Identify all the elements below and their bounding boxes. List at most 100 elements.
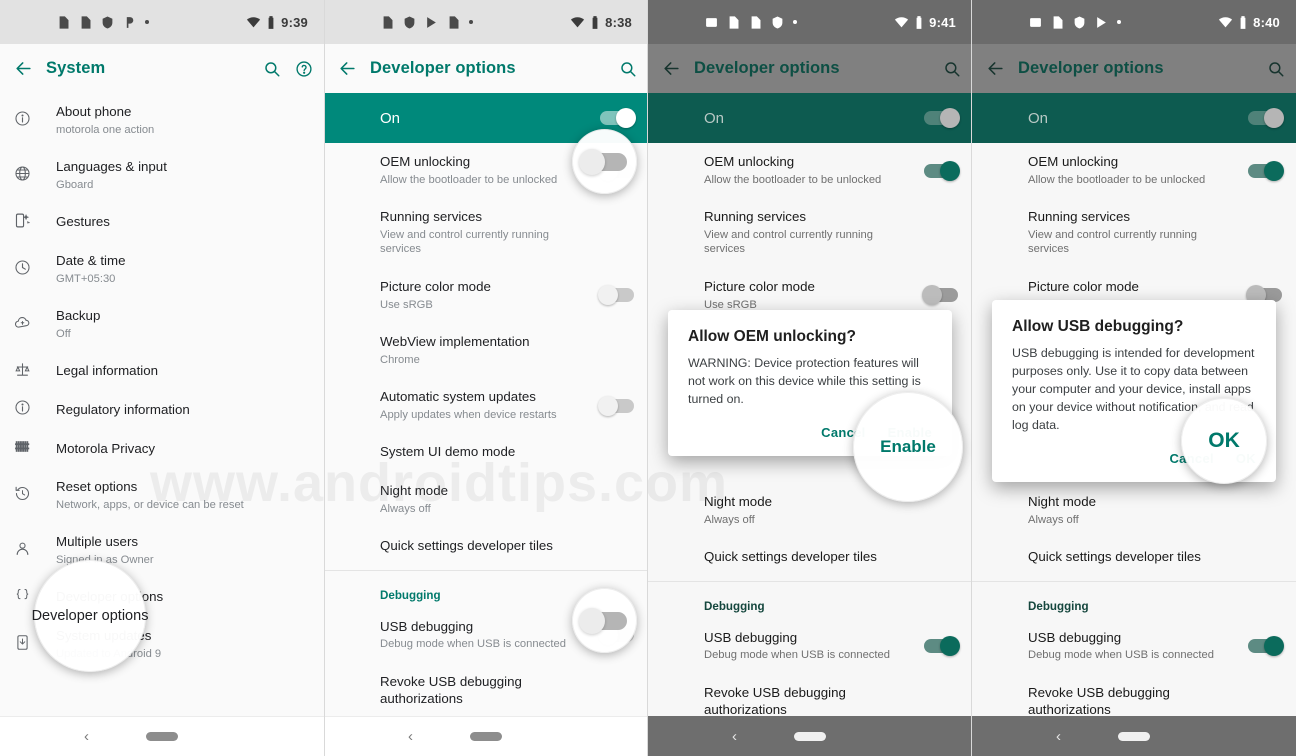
list-item[interactable]: Backup Off [0, 297, 324, 352]
search-icon[interactable] [943, 60, 961, 78]
master-toggle[interactable] [924, 108, 960, 128]
sim-icon [1051, 15, 1064, 29]
list-item[interactable]: Languages & input Gboard [0, 148, 324, 203]
panel-usb-debugging-dialog: 8:40 Developer options On OEM unlocking … [972, 0, 1296, 756]
list-item[interactable]: USB debugging Debug mode when USB is con… [648, 619, 972, 674]
list-item[interactable]: Night mode Always off [324, 472, 648, 527]
list-item[interactable]: USB debugging Debug mode when USB is con… [972, 619, 1296, 674]
list-item[interactable]: Revoke USB debugging authorizations [324, 663, 648, 718]
sim-icon [57, 15, 70, 29]
nav-home-pill[interactable] [470, 732, 502, 741]
list-item-title: Running services [704, 209, 806, 225]
banner-label: On [1028, 109, 1049, 127]
panel-developer-options: 8:38 Developer options On OEM unlocking … [324, 0, 648, 756]
gesture-icon [14, 212, 31, 234]
list-item-title: Quick settings developer tiles [704, 549, 877, 565]
nav-home-pill[interactable] [146, 732, 178, 741]
nav-home-pill[interactable] [1118, 732, 1150, 741]
status-bar-system-icons: 9:39 [246, 15, 308, 30]
list-item[interactable]: Picture color mode Use sRGB [324, 268, 648, 323]
list-item-title: Night mode [380, 483, 448, 499]
list-item[interactable]: Multiple users Signed in as Owner [0, 523, 324, 578]
nav-back-icon[interactable]: ‹ [1056, 728, 1061, 745]
list-item-subtitle: Debug mode when USB is connected [380, 638, 566, 651]
list-item[interactable]: OEM unlocking Allow the bootloader to be… [648, 143, 972, 198]
list-item[interactable]: Reset options Network, apps, or device c… [0, 468, 324, 523]
master-toggle[interactable] [1248, 108, 1284, 128]
help-icon[interactable] [295, 60, 313, 78]
list-item[interactable]: Regulatory information [0, 391, 324, 430]
back-arrow-icon[interactable] [0, 59, 46, 78]
search-icon[interactable] [1267, 60, 1285, 78]
list-item[interactable]: WebView implementation Chrome [324, 323, 648, 378]
magnifier-developer-options: Developer options [32, 560, 148, 672]
list-item[interactable]: System UI demo mode [324, 433, 648, 472]
list-item-title: Revoke USB debugging authorizations [380, 673, 522, 706]
list-item[interactable]: Date & time GMT+05:30 [0, 242, 324, 297]
list-item[interactable]: Running services View and control curren… [972, 198, 1296, 268]
clock-text: 9:39 [281, 14, 308, 30]
developer-options-master-banner[interactable]: On [972, 93, 1296, 143]
oem-unlocking-toggle[interactable] [924, 160, 960, 181]
image-icon [705, 16, 718, 29]
list-item[interactable]: Legal information [0, 352, 324, 391]
page-title: Developer options [370, 59, 516, 77]
back-arrow-icon[interactable] [648, 59, 694, 78]
back-arrow-icon[interactable] [324, 59, 370, 78]
search-icon[interactable] [263, 60, 281, 78]
picture-color-mode-toggle[interactable] [922, 285, 958, 306]
master-toggle[interactable] [600, 108, 636, 128]
globe-icon [14, 165, 31, 187]
list-item[interactable]: Quick settings developer tiles [648, 538, 972, 577]
list-item[interactable]: Gestures [0, 203, 324, 242]
status-bar-system-icons: 8:40 [1218, 15, 1280, 30]
list-item[interactable]: Running services View and control curren… [324, 198, 648, 268]
list-item[interactable]: Motorola Privacy [0, 430, 324, 469]
list-item-title: WebView implementation [380, 334, 530, 350]
toolbar: Developer options [324, 44, 648, 93]
legal-icon [14, 361, 31, 383]
developer-options-master-banner[interactable]: On [648, 93, 972, 143]
nav-back-icon[interactable]: ‹ [732, 728, 737, 745]
back-arrow-icon[interactable] [972, 59, 1018, 78]
automatic-system-updates-toggle[interactable] [598, 395, 634, 416]
person-icon [14, 540, 31, 562]
list-item[interactable]: Running services View and control curren… [648, 198, 972, 268]
list-item-title: Multiple users [56, 534, 139, 550]
magnifier-label: Enable [880, 437, 936, 456]
list-item-subtitle: Allow the bootloader to be unlocked [1028, 173, 1206, 186]
status-bar: 8:38 [324, 0, 648, 44]
list-item[interactable]: OEM unlocking Allow the bootloader to be… [972, 143, 1296, 198]
privacy-icon [14, 438, 31, 460]
more-dot-icon [469, 20, 473, 24]
list-item-title: System UI demo mode [380, 444, 516, 460]
list-item-title: Quick settings developer tiles [1028, 549, 1201, 565]
list-item-subtitle: Network, apps, or device can be reset [56, 498, 244, 511]
nav-back-icon[interactable]: ‹ [408, 728, 413, 745]
usb-debugging-toggle[interactable] [924, 636, 960, 657]
wifi-icon [895, 17, 909, 28]
list-item[interactable]: About phone motorola one action [0, 93, 324, 148]
toolbar: Developer options [648, 44, 972, 93]
nav-back-icon[interactable]: ‹ [84, 728, 89, 745]
play-icon [1095, 16, 1108, 29]
shield-icon [101, 16, 114, 29]
navigation-bar: ‹ [648, 716, 972, 756]
list-item[interactable]: Night mode Always off [972, 483, 1296, 538]
image-icon [1029, 16, 1042, 29]
list-item[interactable]: Quick settings developer tiles [324, 527, 648, 566]
usb-debugging-toggle[interactable] [1248, 636, 1284, 657]
section-header-debugging: Debugging [704, 599, 765, 613]
navigation-bar: ‹ [972, 716, 1296, 756]
wifi-icon [571, 17, 585, 28]
picture-color-mode-toggle[interactable] [598, 285, 634, 306]
search-icon[interactable] [619, 60, 637, 78]
nav-home-pill[interactable] [794, 732, 826, 741]
list-item[interactable]: Quick settings developer tiles [972, 538, 1296, 577]
wifi-icon [247, 17, 261, 28]
list-item[interactable]: Automatic system updates Apply updates w… [324, 378, 648, 433]
info-icon [14, 399, 31, 421]
oem-unlocking-toggle[interactable] [1248, 160, 1284, 181]
list-item-subtitle: Gboard [56, 178, 94, 191]
shield-icon [1073, 16, 1086, 29]
